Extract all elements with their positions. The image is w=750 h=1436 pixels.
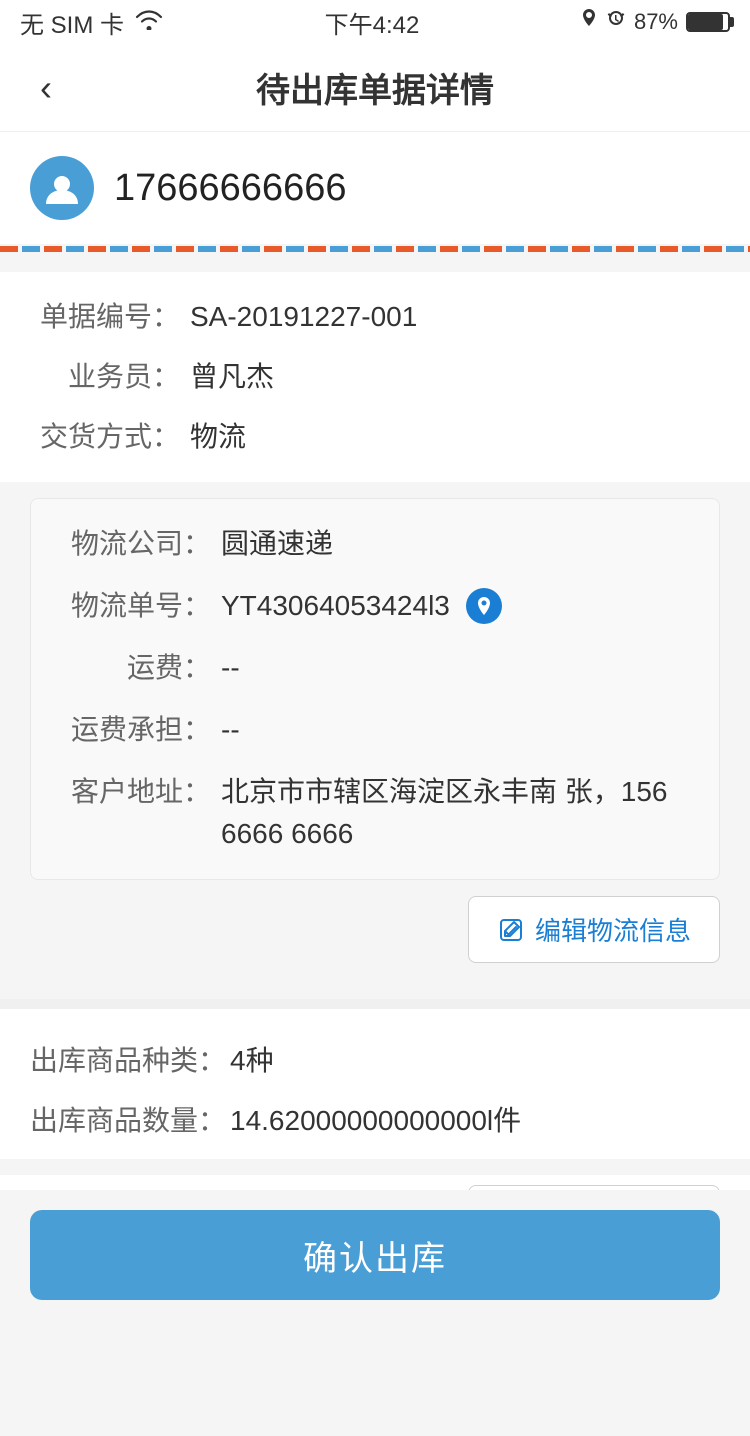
logistics-card: 物流公司： 圆通速递 物流单号： YT43064053424l3 运费： -- … [30, 498, 720, 880]
delivery-method-label: 交货方式： [30, 416, 190, 458]
address-row: 客户地址： 北京市市辖区海淀区永丰南 张，156 6666 6666 [61, 771, 689, 855]
freight-bearer-row: 运费承担： -- [61, 709, 689, 751]
back-button[interactable]: ‹ [30, 57, 62, 119]
avatar [30, 156, 94, 220]
sales-person-row: 业务员： 曾凡杰 [30, 356, 720, 398]
edit-logistics-label: 编辑物流信息 [535, 911, 691, 948]
location-service-icon [580, 9, 598, 35]
carrier-text: 无 SIM 卡 [20, 5, 124, 40]
status-right: 87% [580, 9, 730, 35]
freight-bearer-label: 运费承担： [61, 709, 221, 751]
product-type-label: 出库商品种类： [30, 1039, 230, 1079]
section-separator [0, 999, 750, 1009]
product-quantity-value: 14.62000000000000l件 [230, 1099, 521, 1139]
freight-bearer-value: -- [221, 709, 689, 751]
time-text: 下午4:42 [325, 5, 420, 40]
tracking-number-label: 物流单号： [61, 585, 221, 627]
alarm-icon [606, 9, 626, 35]
address-value: 北京市市辖区海淀区永丰南 张，156 6666 6666 [221, 771, 689, 855]
address-label: 客户地址： [61, 771, 221, 813]
status-bar: 无 SIM 卡 下午4:42 87% [0, 0, 750, 44]
battery-icon [686, 12, 730, 32]
dashed-divider [0, 246, 750, 252]
order-info-section: 单据编号： SA-20191227-001 业务员： 曾凡杰 交货方式： 物流 [0, 272, 750, 482]
product-quantity-label: 出库商品数量： [30, 1099, 230, 1139]
edit-logistics-row: 编辑物流信息 [0, 896, 750, 983]
tracking-number-row: 物流单号： YT43064053424l3 [61, 585, 689, 627]
logistics-company-row: 物流公司： 圆通速递 [61, 523, 689, 565]
sales-person-label: 业务员： [30, 356, 190, 398]
confirm-outbound-button[interactable]: 确认出库 [30, 1210, 720, 1300]
bottom-btn-area: 确认出库 [0, 1190, 750, 1334]
logistics-company-label: 物流公司： [61, 523, 221, 565]
freight-row: 运费： -- [61, 647, 689, 689]
logistics-company-value: 圆通速递 [221, 523, 689, 565]
battery-percent: 87% [634, 9, 678, 35]
page-title: 待出库单据详情 [256, 63, 494, 112]
nav-bar: ‹ 待出库单据详情 [0, 44, 750, 132]
product-type-row: 出库商品种类： 4种 [30, 1039, 720, 1079]
tracking-number-value: YT43064053424l3 [221, 585, 450, 627]
status-left: 无 SIM 卡 [20, 5, 164, 40]
track-location-button[interactable] [466, 588, 502, 624]
sales-person-value: 曾凡杰 [190, 356, 720, 398]
document-number-value: SA-20191227-001 [190, 296, 720, 338]
tracking-value-row: YT43064053424l3 [221, 585, 502, 627]
delivery-method-value: 物流 [190, 416, 720, 458]
product-quantity-row: 出库商品数量： 14.62000000000000l件 [30, 1099, 720, 1139]
customer-phone: 17666666666 [114, 167, 346, 210]
freight-value: -- [221, 647, 689, 689]
product-section: 出库商品种类： 4种 出库商品数量： 14.62000000000000l件 [0, 1009, 750, 1159]
wifi-icon [134, 8, 164, 36]
edit-logistics-button[interactable]: 编辑物流信息 [468, 896, 720, 963]
product-type-value: 4种 [230, 1039, 274, 1079]
customer-header: 17666666666 [0, 132, 750, 244]
freight-label: 运费： [61, 647, 221, 689]
delivery-method-row: 交货方式： 物流 [30, 416, 720, 458]
document-number-label: 单据编号： [30, 296, 190, 338]
document-number-row: 单据编号： SA-20191227-001 [30, 296, 720, 338]
